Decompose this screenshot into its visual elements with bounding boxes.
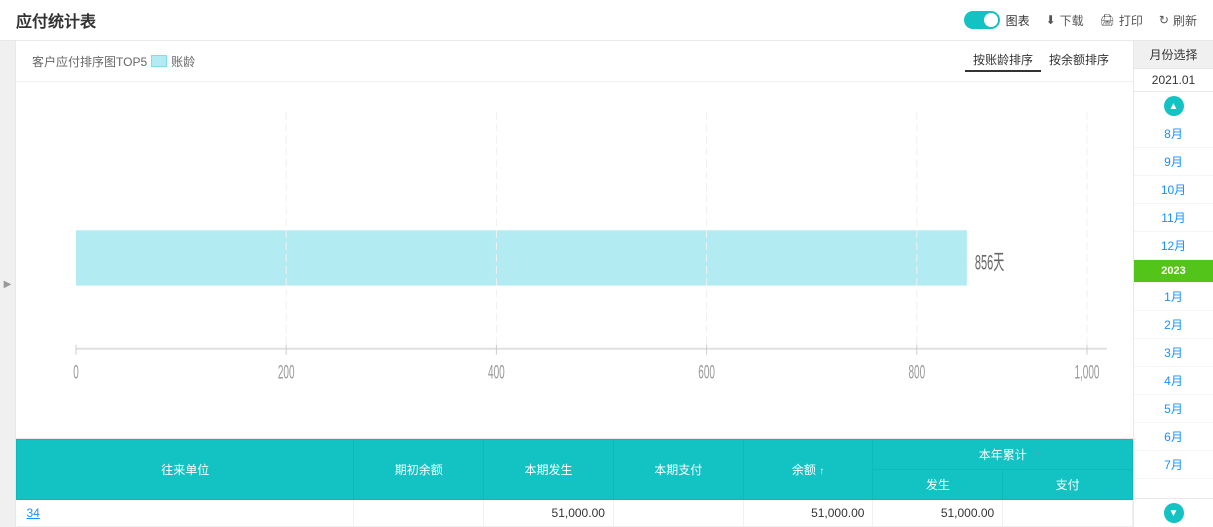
chart-toggle[interactable]: [964, 11, 1000, 29]
chart-area: 客户应付排序图TOP5 账龄 按账龄排序 按余额排序 34 856天: [16, 41, 1133, 527]
download-icon: ⬇: [1046, 13, 1056, 27]
svg-text:0: 0: [73, 362, 79, 383]
col-current-occur-header: 本期发生: [484, 440, 614, 500]
sort-by-balance-button[interactable]: 按余额排序: [1041, 49, 1117, 72]
month-item[interactable]: 7月: [1134, 451, 1213, 479]
svg-text:856天: 856天: [975, 250, 1004, 275]
svg-text:400: 400: [488, 362, 505, 383]
month-item[interactable]: 6月: [1134, 423, 1213, 451]
svg-text:600: 600: [698, 362, 715, 383]
print-button[interactable]: 🖨 打印: [1100, 12, 1143, 29]
app-container: 应付统计表 图表 ⬇ 下载 🖨 打印 ↻ 刷新 ▶: [0, 0, 1213, 527]
month-item[interactable]: 3月: [1134, 339, 1213, 367]
header-actions: 图表 ⬇ 下载 🖨 打印 ↻ 刷新: [964, 11, 1197, 29]
legend-box: [151, 55, 167, 67]
month-item[interactable]: 12月: [1134, 232, 1213, 260]
expand-panel-arrow[interactable]: ▶: [0, 41, 16, 527]
cell-balance: 51,000.00: [743, 500, 873, 527]
table-row: 34 51,000.00 51,000.00 51,000.00: [17, 500, 1133, 527]
col-current-pay-header: 本期支付: [613, 440, 743, 500]
col-ytd-header: 本年累计: [873, 440, 1133, 470]
month-item[interactable]: 11月: [1134, 204, 1213, 232]
nav-up-arrow[interactable]: ▲: [1164, 96, 1184, 116]
balance-sort-icon: ↑: [819, 466, 824, 477]
chart-toggle-group: 图表: [964, 11, 1030, 29]
svg-text:800: 800: [908, 362, 925, 383]
chart-body: 34 856天 0 200 400 600 800 1,000: [16, 82, 1133, 438]
bar-rect: [76, 230, 967, 285]
legend-label: 客户应付排序图TOP5: [32, 53, 147, 70]
data-table: 往来单位 期初余额 本期发生 本期支付 余额 ↑ 本年累计 发生: [16, 439, 1133, 527]
svg-text:1,000: 1,000: [1074, 362, 1099, 383]
sort-buttons: 按账龄排序 按余额排序: [965, 49, 1117, 73]
sidebar: 月份选择 2021.01 ▲ 8月9月10月11月12月20231月2月3月4月…: [1133, 41, 1213, 527]
month-item[interactable]: 4月: [1134, 367, 1213, 395]
chart-legend: 客户应付排序图TOP5 账龄: [32, 53, 965, 70]
month-item[interactable]: 8月: [1134, 120, 1213, 148]
chart-toggle-label: 图表: [1006, 12, 1030, 29]
month-item[interactable]: 9月: [1134, 148, 1213, 176]
svg-text:200: 200: [278, 362, 295, 383]
col-ytd-occur-header: 发生: [873, 470, 1003, 500]
cell-current-pay: [613, 500, 743, 527]
page-title: 应付统计表: [16, 8, 964, 32]
col-ytd-pay-header: 支付: [1003, 470, 1133, 500]
sidebar-months: 8月9月10月11月12月20231月2月3月4月5月6月7月: [1134, 120, 1213, 498]
sidebar-nav-up: ▲: [1134, 92, 1213, 120]
month-item[interactable]: 5月: [1134, 395, 1213, 423]
refresh-button[interactable]: ↻ 刷新: [1159, 12, 1197, 29]
sidebar-header: 月份选择: [1134, 41, 1213, 69]
month-item[interactable]: 10月: [1134, 176, 1213, 204]
col-balance-header: 余额 ↑: [743, 440, 873, 500]
col-vendor-header: 往来单位: [17, 440, 354, 500]
col-opening-header: 期初余额: [354, 440, 484, 500]
cell-ytd-occur: 51,000.00: [873, 500, 1003, 527]
vendor-link[interactable]: 34: [27, 506, 40, 520]
table-area: 往来单位 期初余额 本期发生 本期支付 余额 ↑ 本年累计 发生: [16, 438, 1133, 527]
month-item[interactable]: 2月: [1134, 311, 1213, 339]
chart-header: 客户应付排序图TOP5 账龄 按账龄排序 按余额排序: [16, 41, 1133, 82]
nav-down-arrow[interactable]: ▼: [1164, 503, 1184, 523]
print-icon: 🖨: [1100, 13, 1115, 27]
main-content: ▶ 客户应付排序图TOP5 账龄 按账龄排序 按余额排序 34: [0, 41, 1213, 527]
sort-by-amount-button[interactable]: 按账龄排序: [965, 49, 1041, 72]
cell-vendor: 34: [17, 500, 354, 527]
sidebar-year-display[interactable]: 2021.01: [1134, 69, 1213, 92]
bar-chart-svg: 34 856天 0 200 400 600 800 1,000: [66, 92, 1117, 408]
cell-current-occur: 51,000.00: [484, 500, 614, 527]
refresh-icon: ↻: [1159, 13, 1169, 27]
cell-opening: [354, 500, 484, 527]
month-item[interactable]: 2023: [1134, 260, 1213, 283]
cell-ytd-pay: [1003, 500, 1133, 527]
header: 应付统计表 图表 ⬇ 下载 🖨 打印 ↻ 刷新: [0, 0, 1213, 41]
month-item[interactable]: 1月: [1134, 283, 1213, 311]
sidebar-nav-down: ▼: [1134, 498, 1213, 527]
legend-item-label: 账龄: [171, 53, 195, 70]
download-button[interactable]: ⬇ 下载: [1046, 12, 1084, 29]
